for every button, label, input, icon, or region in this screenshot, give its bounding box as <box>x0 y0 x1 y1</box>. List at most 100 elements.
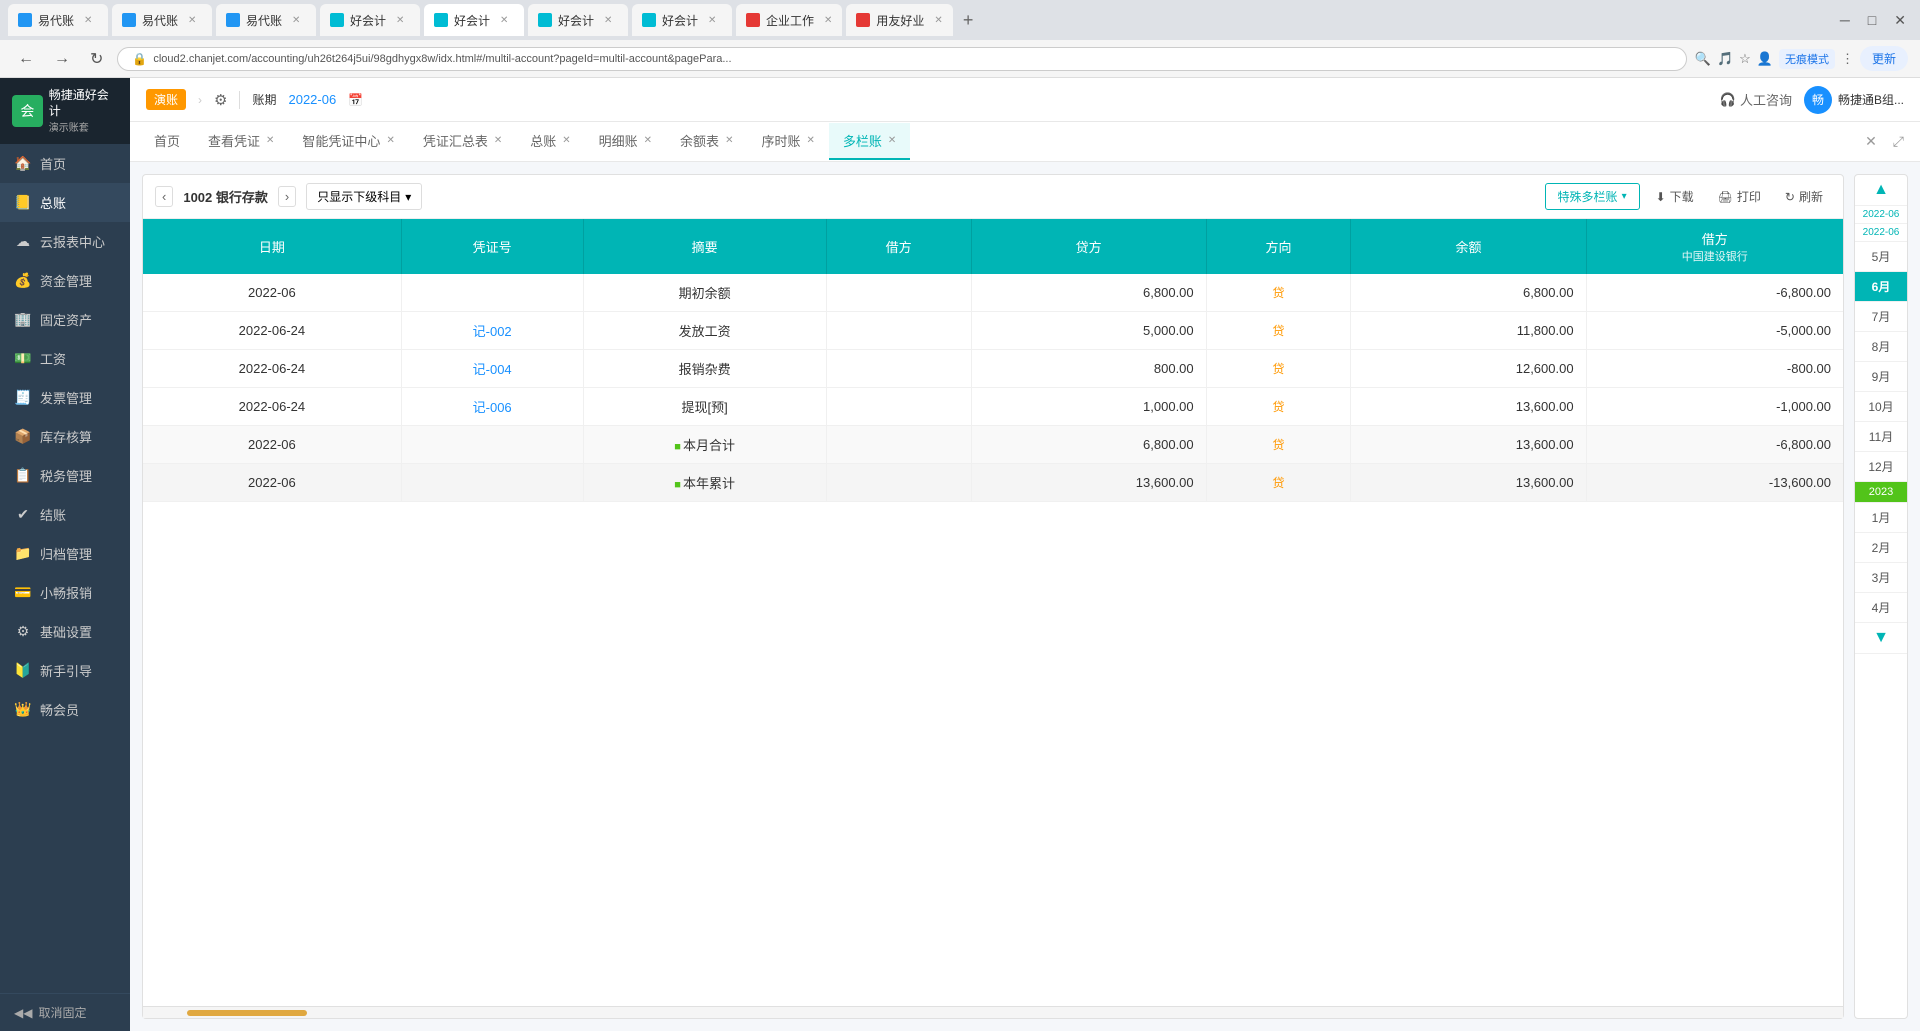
prev-account-button[interactable]: ‹ <box>155 186 173 207</box>
tab-multi-column[interactable]: 多栏账 ✕ <box>829 123 910 160</box>
tab-voucher-summary-close[interactable]: ✕ <box>494 135 502 146</box>
tab-voucher-summary[interactable]: 凭证汇总表 ✕ <box>409 123 516 160</box>
forward-button[interactable]: → <box>48 48 76 70</box>
month-7[interactable]: 7月 <box>1855 302 1907 332</box>
browser-tab-6[interactable]: 好会计 ✕ <box>528 4 628 36</box>
search-icon[interactable]: 🔍 <box>1695 51 1711 67</box>
sidebar-item-member[interactable]: 👑 畅会员 <box>0 690 130 729</box>
browser-tab-1[interactable]: 易代账 ✕ <box>8 4 108 36</box>
sidebar-item-settings[interactable]: ⚙ 基础设置 <box>0 612 130 651</box>
tab-close-3[interactable]: ✕ <box>292 15 300 26</box>
horizontal-scrollbar[interactable] <box>143 1006 1843 1018</box>
tab-close-8[interactable]: ✕ <box>824 15 832 26</box>
back-button[interactable]: ← <box>12 48 40 70</box>
close-button[interactable]: ✕ <box>1888 10 1912 31</box>
month-scroll-up[interactable]: ▲ <box>1855 175 1907 206</box>
tab-chrono-ledger[interactable]: 序时账 ✕ <box>747 123 828 160</box>
bookmark-icon[interactable]: ☆ <box>1739 51 1751 67</box>
month-2023-4[interactable]: 4月 <box>1855 593 1907 623</box>
browser-tab-2[interactable]: 易代账 ✕ <box>112 4 212 36</box>
sub-level-button[interactable]: 只显示下级科目 ▾ <box>306 183 422 210</box>
sidebar-item-invoice[interactable]: 🧾 发票管理 <box>0 378 130 417</box>
month-2023-1[interactable]: 1月 <box>1855 503 1907 533</box>
month-scroll-down[interactable]: ▼ <box>1855 623 1907 654</box>
user-info[interactable]: 畅 畅捷通B组... <box>1804 86 1904 114</box>
download-button[interactable]: ⬇ 下载 <box>1648 184 1702 209</box>
sidebar-item-guide[interactable]: 🔰 新手引导 <box>0 651 130 690</box>
tab-close-2[interactable]: ✕ <box>188 15 196 26</box>
voucher-link[interactable]: 记-006 <box>473 400 512 415</box>
sidebar-item-archive[interactable]: 📁 归档管理 <box>0 534 130 573</box>
close-tab-panel-button[interactable]: ✕ <box>1859 131 1883 152</box>
browser-tab-5[interactable]: 好会计 ✕ <box>424 4 524 36</box>
special-multi-button[interactable]: 特殊多栏账 ▾ <box>1545 183 1640 210</box>
tab-smart-voucher-close[interactable]: ✕ <box>386 135 394 146</box>
month-2023-2[interactable]: 2月 <box>1855 533 1907 563</box>
maximize-button[interactable]: □ <box>1862 10 1882 31</box>
tab-close-5[interactable]: ✕ <box>500 15 508 26</box>
url-box[interactable]: 🔒 cloud2.chanjet.com/accounting/uh26t264… <box>117 47 1686 71</box>
sidebar-unpin-button[interactable]: ◀◀ 取消固定 <box>0 993 130 1031</box>
settings-gear-button[interactable]: ⚙ <box>214 91 227 109</box>
sidebar-item-fixed-asset[interactable]: 🏢 固定资产 <box>0 300 130 339</box>
month-6[interactable]: 6月 <box>1855 272 1907 302</box>
consult-button[interactable]: 🎧 人工咨询 <box>1720 90 1792 109</box>
tab-general-ledger-close[interactable]: ✕ <box>562 135 570 146</box>
sidebar-item-inventory[interactable]: 📦 库存核算 <box>0 417 130 456</box>
tab-balance-sheet[interactable]: 余额表 ✕ <box>666 123 747 160</box>
profile-icon[interactable]: 👤 <box>1757 51 1773 67</box>
tab-view-voucher[interactable]: 查看凭证 ✕ <box>194 123 288 160</box>
refresh-button[interactable]: ↻ 刷新 <box>1777 184 1831 209</box>
month-5[interactable]: 5月 <box>1855 242 1907 272</box>
tab-view-voucher-close[interactable]: ✕ <box>266 135 274 146</box>
tab-close-9[interactable]: ✕ <box>934 15 942 26</box>
period-value[interactable]: 2022-06 <box>288 92 336 107</box>
month-10[interactable]: 10月 <box>1855 392 1907 422</box>
tab-close-7[interactable]: ✕ <box>708 15 716 26</box>
month-8[interactable]: 8月 <box>1855 332 1907 362</box>
browser-tab-4[interactable]: 好会计 ✕ <box>320 4 420 36</box>
tab-detail-ledger[interactable]: 明细账 ✕ <box>585 123 666 160</box>
tab-close-6[interactable]: ✕ <box>604 15 612 26</box>
scroll-thumb[interactable] <box>187 1010 307 1016</box>
sidebar-item-ledger[interactable]: 📒 总账 <box>0 183 130 222</box>
cell-voucher[interactable]: 记-006 <box>401 388 583 426</box>
tab-detail-ledger-close[interactable]: ✕ <box>644 135 652 146</box>
tab-general-ledger[interactable]: 总账 ✕ <box>516 123 584 160</box>
sidebar-item-expense[interactable]: 💳 小畅报销 <box>0 573 130 612</box>
cell-voucher[interactable]: 记-002 <box>401 312 583 350</box>
browser-tab-8[interactable]: 企业工作 ✕ <box>736 4 842 36</box>
month-11[interactable]: 11月 <box>1855 422 1907 452</box>
next-account-button[interactable]: › <box>278 186 296 207</box>
sidebar-item-salary[interactable]: 💵 工资 <box>0 339 130 378</box>
sidebar-item-close[interactable]: ✔ 结账 <box>0 495 130 534</box>
calendar-icon[interactable]: 📅 <box>348 93 363 107</box>
tab-close-1[interactable]: ✕ <box>84 15 92 26</box>
cell-voucher[interactable]: 记-004 <box>401 350 583 388</box>
expand-tab-panel-button[interactable]: ⤢ <box>1887 131 1910 152</box>
tab-balance-sheet-close[interactable]: ✕ <box>725 135 733 146</box>
sidebar-item-tax[interactable]: 📋 税务管理 <box>0 456 130 495</box>
update-button[interactable]: 更新 <box>1860 46 1908 71</box>
sidebar-item-fund[interactable]: 💰 资金管理 <box>0 261 130 300</box>
voucher-link[interactable]: 记-004 <box>473 362 512 377</box>
month-9[interactable]: 9月 <box>1855 362 1907 392</box>
new-tab-button[interactable]: + <box>957 10 980 31</box>
browser-tab-9[interactable]: 用友好业 ✕ <box>846 4 952 36</box>
tab-close-4[interactable]: ✕ <box>396 15 404 26</box>
tab-chrono-ledger-close[interactable]: ✕ <box>806 135 814 146</box>
tab-home[interactable]: 首页 <box>140 123 194 160</box>
browser-tab-3[interactable]: 易代账 ✕ <box>216 4 316 36</box>
minimize-button[interactable]: ─ <box>1834 10 1856 31</box>
tab-smart-voucher[interactable]: 智能凭证中心 ✕ <box>288 123 408 160</box>
voucher-link[interactable]: 记-002 <box>473 324 512 339</box>
month-12[interactable]: 12月 <box>1855 452 1907 482</box>
sidebar-item-cloud-report[interactable]: ☁ 云报表中心 <box>0 222 130 261</box>
media-icon[interactable]: 🎵 <box>1717 51 1733 67</box>
print-button[interactable]: 🖨 打印 <box>1710 184 1769 209</box>
sidebar-item-home[interactable]: 🏠 首页 <box>0 144 130 183</box>
month-2023-3[interactable]: 3月 <box>1855 563 1907 593</box>
extensions-icon[interactable]: ⋮ <box>1841 51 1854 67</box>
reload-button[interactable]: ↻ <box>84 47 109 71</box>
browser-tab-7[interactable]: 好会计 ✕ <box>632 4 732 36</box>
